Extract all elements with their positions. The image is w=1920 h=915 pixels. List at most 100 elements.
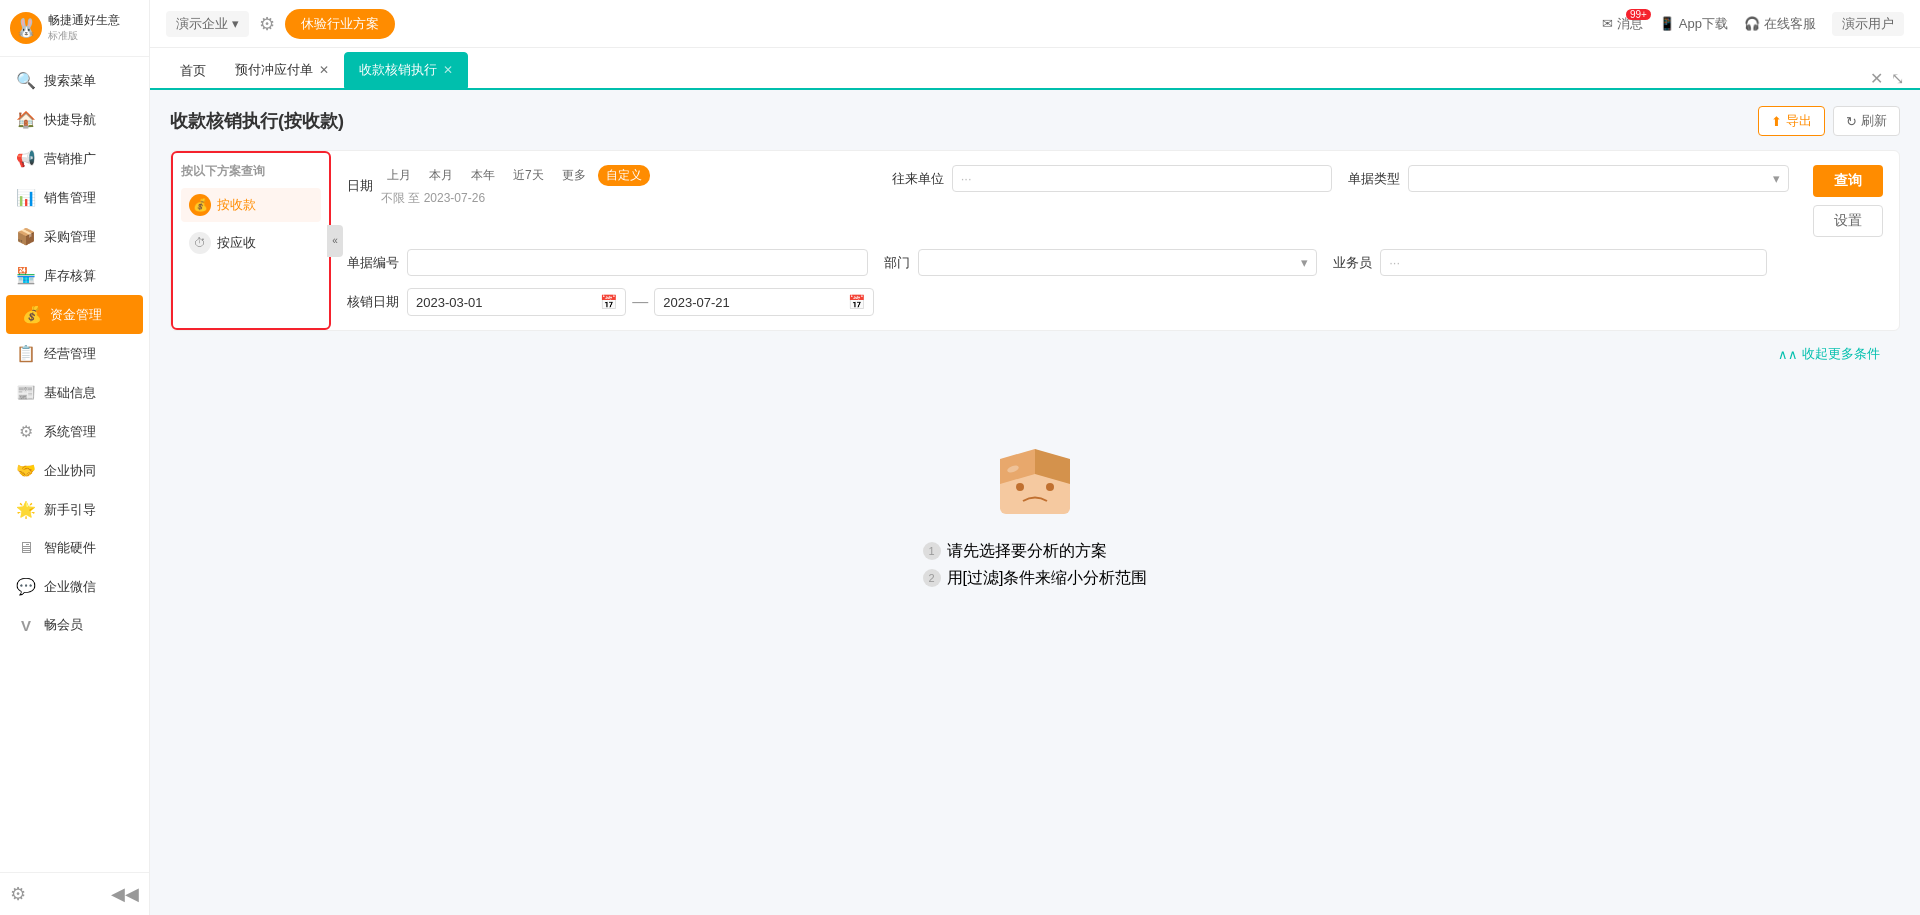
company-dropdown-icon: ▾ (232, 16, 239, 31)
settings-bottom-icon[interactable]: ⚙ (10, 883, 26, 905)
filter-sidebar: 按以下方案查询 💰 按收款 ⏱ 按应收 « (171, 151, 331, 330)
date-btn-more[interactable]: 更多 (556, 165, 592, 186)
date-btn-last-month[interactable]: 上月 (381, 165, 417, 186)
date-label: 日期 (347, 177, 373, 195)
filter-option-by-receivable[interactable]: ⏱ 按应收 (181, 226, 321, 260)
newspaper-icon: 📰 (16, 383, 36, 402)
settings-button[interactable]: 设置 (1813, 205, 1883, 237)
dept-select[interactable]: ▾ (918, 249, 1318, 276)
date-btn-7days[interactable]: 近7天 (507, 165, 550, 186)
tab-home[interactable]: 首页 (166, 54, 220, 88)
sidebar-label-inventory: 库存核算 (44, 267, 96, 285)
filter-option-receipt-label: 按收款 (217, 196, 256, 214)
sidebar-item-system[interactable]: ⚙ 系统管理 (0, 412, 149, 451)
sidebar-label-quicknav: 快捷导航 (44, 111, 96, 129)
header-left: 演示企业 ▾ ⚙ 休验行业方案 (166, 9, 395, 39)
sidebar-item-finance[interactable]: 💰 资金管理 (6, 295, 143, 334)
top-header: 演示企业 ▾ ⚙ 休验行业方案 ✉ 消息 99+ 📱 App下载 🎧 在线客服 … (150, 0, 1920, 48)
verify-date-start-field[interactable]: 2023-03-01 📅 (407, 288, 626, 316)
message-badge: 99+ (1626, 9, 1651, 20)
refresh-button[interactable]: ↻ 刷新 (1833, 106, 1900, 136)
tab-receivable-writeoff[interactable]: 收款核销执行 ✕ (344, 52, 468, 88)
tab-close-all-icon[interactable]: ✕ (1870, 69, 1883, 88)
industry-solution-button[interactable]: 休验行业方案 (285, 9, 395, 39)
empty-svg (975, 429, 1095, 529)
sidebar-item-inventory[interactable]: 🏪 库存核算 (0, 256, 149, 295)
query-button[interactable]: 查询 (1813, 165, 1883, 197)
voucher-no-field: 单据编号 (347, 249, 868, 276)
header-gear-icon[interactable]: ⚙ (259, 13, 275, 35)
sidebar-item-purchase[interactable]: 📦 采购管理 (0, 217, 149, 256)
verify-date-field: 核销日期 2023-03-01 📅 — 2023-07-21 📅 (347, 288, 874, 316)
tab-receivable-writeoff-close[interactable]: ✕ (443, 63, 453, 77)
message-button[interactable]: ✉ 消息 99+ (1602, 15, 1643, 33)
partner-input[interactable]: ··· (952, 165, 1333, 192)
voucher-no-label: 单据编号 (347, 254, 399, 272)
sidebar-item-basic[interactable]: 📰 基础信息 (0, 373, 149, 412)
sidebar-item-guide[interactable]: 🌟 新手引导 (0, 490, 149, 529)
date-btn-this-year[interactable]: 本年 (465, 165, 501, 186)
tab-prepayment[interactable]: 预付冲应付单 ✕ (220, 52, 344, 88)
employee-input[interactable]: ··· (1380, 249, 1767, 276)
sidebar-item-hardware[interactable]: 🖥 智能硬件 (0, 529, 149, 567)
sidebar-item-marketing[interactable]: 📢 营销推广 (0, 139, 149, 178)
verify-date-end-field[interactable]: 2023-07-21 📅 (654, 288, 873, 316)
refresh-icon: ↻ (1846, 114, 1857, 129)
app-label: App下载 (1679, 15, 1728, 33)
collapse-more-row[interactable]: ∧∧ 收起更多条件 (170, 339, 1900, 369)
dept-label: 部门 (884, 254, 910, 272)
empty-step-2: 2 用[过滤]条件来缩小分析范围 (923, 568, 1148, 589)
sidebar-item-sales[interactable]: 📊 销售管理 (0, 178, 149, 217)
verify-date-start-text: 2023-03-01 (416, 295, 596, 310)
sidebar-item-member[interactable]: V 畅会员 (0, 606, 149, 644)
sidebar-item-quicknav[interactable]: 🏠 快捷导航 (0, 100, 149, 139)
collapse-sidebar-icon[interactable]: ◀◀ (111, 883, 139, 905)
company-selector[interactable]: 演示企业 ▾ (166, 11, 249, 37)
step-num-2: 2 (923, 569, 941, 587)
filter-sidebar-title: 按以下方案查询 (181, 163, 321, 180)
verify-date-range: 2023-03-01 📅 — 2023-07-21 📅 (407, 288, 874, 316)
sidebar-item-management[interactable]: 📋 经营管理 (0, 334, 149, 373)
verify-date-start-calendar-icon[interactable]: 📅 (600, 294, 617, 310)
verify-date-end-calendar-icon[interactable]: 📅 (848, 294, 865, 310)
empty-illustration (975, 429, 1095, 529)
receipt-icon: 💰 (189, 194, 211, 216)
member-icon: V (16, 617, 36, 634)
svg-point-3 (1016, 483, 1024, 491)
sidebar-label-purchase: 采购管理 (44, 228, 96, 246)
partner-label: 往来单位 (892, 170, 944, 188)
online-service-button[interactable]: 🎧 在线客服 (1744, 15, 1816, 33)
page-title: 收款核销执行(按收款) (170, 109, 344, 133)
home-icon: 🏠 (16, 110, 36, 129)
tab-expand-icon[interactable]: ⤡ (1891, 69, 1904, 88)
dept-field: 部门 ▾ (884, 249, 1318, 276)
date-btn-this-month[interactable]: 本月 (423, 165, 459, 186)
sidebar-item-collab[interactable]: 🤝 企业协同 (0, 451, 149, 490)
date-no-limit-text: 不限 至 2023-07-26 (381, 190, 876, 207)
sidebar-label-guide: 新手引导 (44, 501, 96, 519)
voucher-no-input[interactable] (407, 249, 868, 276)
collapse-more-label: 收起更多条件 (1802, 345, 1880, 363)
page-title-bar: 收款核销执行(按收款) ⬆ 导出 ↻ 刷新 (170, 106, 1900, 136)
date-btn-custom[interactable]: 自定义 (598, 165, 650, 186)
filter-option-by-receipt[interactable]: 💰 按收款 (181, 188, 321, 222)
app-download-button[interactable]: 📱 App下载 (1659, 15, 1728, 33)
date-dash: — (632, 293, 648, 311)
filter-sidebar-collapse[interactable]: « (327, 225, 343, 257)
logo-text: 畅捷通好生意 (48, 13, 120, 29)
user-info[interactable]: 演示用户 (1832, 12, 1904, 36)
sidebar-nav: 🔍 搜索菜单 🏠 快捷导航 📢 营销推广 📊 销售管理 📦 采购管理 🏪 库存核… (0, 57, 149, 872)
wechat-icon: 💬 (16, 577, 36, 596)
megaphone-icon: 📢 (16, 149, 36, 168)
date-quick-buttons: 上月 本月 本年 近7天 更多 自定义 (381, 165, 876, 186)
verify-date-label: 核销日期 (347, 293, 399, 311)
filter-form: 日期 上月 本月 本年 近7天 更多 自定义 不限 至 2023-07-26 (331, 151, 1899, 330)
sidebar-item-wechat[interactable]: 💬 企业微信 (0, 567, 149, 606)
export-button[interactable]: ⬆ 导出 (1758, 106, 1825, 136)
empty-state: 1 请先选择要分析的方案 2 用[过滤]条件来缩小分析范围 (170, 369, 1900, 649)
voucher-type-select[interactable]: ▾ (1408, 165, 1789, 192)
export-icon: ⬆ (1771, 114, 1782, 129)
app-icon: 📱 (1659, 16, 1675, 31)
tab-prepayment-close[interactable]: ✕ (319, 63, 329, 77)
sidebar-item-search[interactable]: 🔍 搜索菜单 (0, 61, 149, 100)
